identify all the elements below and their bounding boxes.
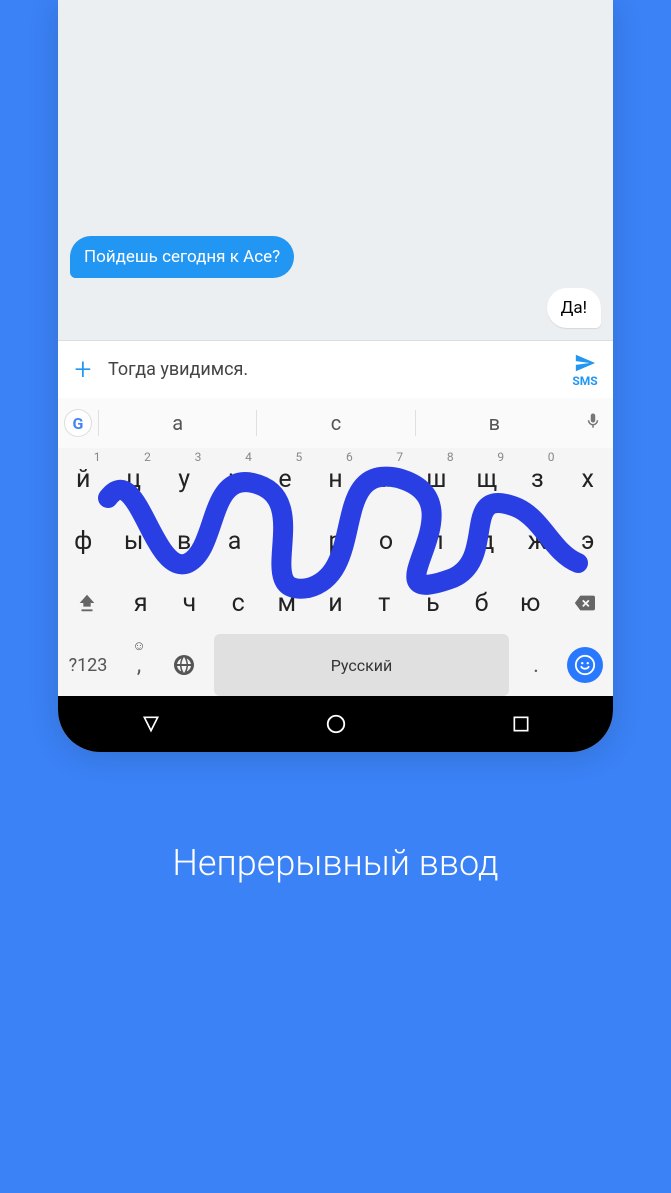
send-label: SMS	[572, 374, 597, 388]
key-п[interactable]: п	[260, 510, 310, 572]
key-х[interactable]: х	[563, 448, 613, 510]
key-ч[interactable]: ч	[165, 572, 214, 634]
emoji-hint-icon: ☺	[132, 638, 145, 654]
key-ш[interactable]: ш8	[411, 448, 461, 510]
key-я[interactable]: я	[116, 572, 165, 634]
key-а[interactable]: а	[209, 510, 259, 572]
key-и[interactable]: и	[311, 572, 360, 634]
add-attachment-button[interactable]: +	[58, 352, 108, 387]
key-б[interactable]: б	[457, 572, 506, 634]
home-icon	[325, 713, 347, 735]
key-д[interactable]: д	[462, 510, 512, 572]
key-щ[interactable]: щ9	[462, 448, 512, 510]
back-icon	[141, 714, 161, 734]
key-ы[interactable]: ы	[108, 510, 158, 572]
suggestion-3[interactable]: в	[415, 410, 573, 436]
suggestion-row: G а с в	[58, 398, 613, 448]
symbols-key[interactable]: ?123	[58, 634, 118, 696]
comma-key[interactable]: ☺ ,	[118, 634, 160, 696]
promo-caption: Непрерывный ввод	[172, 842, 498, 884]
send-button[interactable]: SMS	[557, 352, 613, 388]
google-logo[interactable]: G	[58, 410, 98, 436]
key-м[interactable]: м	[262, 572, 311, 634]
chat-area: Пойдешь сегодня к Асе? Да!	[58, 0, 613, 340]
key-л[interactable]: л	[411, 510, 461, 572]
message-input[interactable]: Тогда увидимся.	[108, 359, 557, 380]
key-в[interactable]: в	[159, 510, 209, 572]
globe-icon	[172, 653, 196, 677]
suggestion-2[interactable]: с	[256, 410, 414, 436]
key-р[interactable]: р	[310, 510, 360, 572]
key-е[interactable]: е5	[260, 448, 310, 510]
mic-icon[interactable]	[573, 410, 613, 437]
smiley-icon	[567, 647, 603, 683]
backspace-key[interactable]	[555, 572, 613, 634]
key-з[interactable]: з0	[512, 448, 562, 510]
shift-icon	[76, 592, 98, 614]
key-ф[interactable]: ф	[58, 510, 108, 572]
space-key[interactable]: Русский	[214, 634, 509, 696]
key-ь[interactable]: ь	[409, 572, 458, 634]
sent-message: Пойдешь сегодня к Асе?	[70, 236, 294, 278]
backspace-icon	[570, 592, 598, 614]
key-ц[interactable]: ц2	[108, 448, 158, 510]
emoji-key[interactable]	[557, 634, 613, 696]
language-key[interactable]	[160, 634, 208, 696]
period-key[interactable]: .	[515, 634, 557, 696]
key-к[interactable]: к4	[209, 448, 259, 510]
recent-icon	[511, 714, 531, 734]
keyboard: й1 ц2 у3 к4 е5 н6 г7 ш8 щ9 з0 х ф ы в а …	[58, 448, 613, 696]
shift-key[interactable]	[58, 572, 116, 634]
key-й[interactable]: й1	[58, 448, 108, 510]
key-о[interactable]: о	[361, 510, 411, 572]
nav-home[interactable]	[243, 696, 428, 752]
key-с[interactable]: с	[214, 572, 263, 634]
nav-back[interactable]	[58, 696, 243, 752]
send-icon	[572, 352, 598, 374]
android-navbar	[58, 696, 613, 752]
compose-row: + Тогда увидимся. SMS	[58, 340, 613, 398]
key-н[interactable]: н6	[310, 448, 360, 510]
key-э[interactable]: э	[563, 510, 613, 572]
key-ю[interactable]: ю	[506, 572, 555, 634]
key-у[interactable]: у3	[159, 448, 209, 510]
phone-frame: Пойдешь сегодня к Асе? Да! + Тогда увиди…	[58, 0, 613, 752]
key-г[interactable]: г7	[361, 448, 411, 510]
nav-recent[interactable]	[428, 696, 613, 752]
received-message: Да!	[547, 288, 601, 328]
key-ж[interactable]: ж	[512, 510, 562, 572]
key-т[interactable]: т	[360, 572, 409, 634]
suggestion-1[interactable]: а	[98, 410, 256, 436]
